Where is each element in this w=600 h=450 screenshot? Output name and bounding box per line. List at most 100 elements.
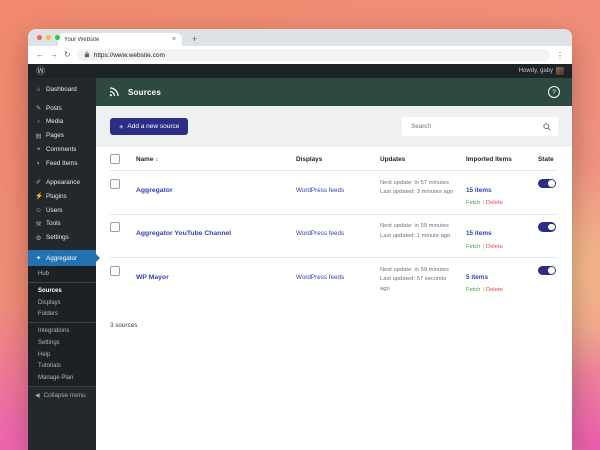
state-toggle[interactable] xyxy=(538,265,556,275)
source-name-link[interactable]: Aggregator YouTube Channel xyxy=(136,230,231,237)
column-header-name[interactable]: Name ↓ xyxy=(136,156,296,163)
delete-link[interactable]: Delete xyxy=(486,287,503,293)
browser-address-bar: ← → ↻ https://www.website.com ⋮ xyxy=(28,46,572,64)
submenu-item-help[interactable]: Help xyxy=(28,349,96,361)
sidebar-item-label: Feed Items xyxy=(46,160,78,168)
displays-link[interactable]: WordPress feeds xyxy=(296,187,344,194)
source-name-link[interactable]: WP Mayor xyxy=(136,274,169,281)
aggregator-icon: ✦ xyxy=(35,255,42,263)
table-row: Aggregator WordPress feeds Next update: … xyxy=(110,170,558,214)
sidebar-item-comments[interactable]: ❝ Comments xyxy=(28,143,96,157)
search-input[interactable] xyxy=(409,122,539,131)
plus-icon: + xyxy=(119,121,124,131)
sidebar-item-users[interactable]: ☺ Users xyxy=(28,204,96,217)
row-checkbox[interactable] xyxy=(110,222,120,232)
submenu-item-settings-sub[interactable]: Settings xyxy=(28,337,96,349)
url-field[interactable]: https://www.website.com xyxy=(76,49,550,61)
sidebar-item-icon: ▤ xyxy=(35,132,42,140)
minimize-window-button[interactable] xyxy=(46,35,51,40)
submenu-item-hub[interactable]: Hub xyxy=(28,268,96,280)
sidebar-item-appearance[interactable]: ✐ Appearance xyxy=(28,175,96,189)
sidebar-item-label: Posts xyxy=(46,104,62,112)
next-update-text: Next update: in 59 minutes xyxy=(380,266,449,273)
fetch-link[interactable]: Fetch xyxy=(466,200,481,206)
sidebar-item-label: Appearance xyxy=(46,178,80,186)
sidebar-item-tools[interactable]: ⚒ Tools xyxy=(28,217,96,231)
state-toggle[interactable] xyxy=(538,222,556,232)
updates-cell: Next update: in 57 minutes Last updated:… xyxy=(380,179,466,198)
table-row: Aggregator YouTube Channel WordPress fee… xyxy=(110,213,558,258)
sidebar-item-label: Comments xyxy=(46,146,77,154)
submenu-item-tutorials[interactable]: Tutorials xyxy=(28,361,96,373)
browser-menu-icon[interactable]: ⋮ xyxy=(556,51,564,60)
sidebar-item-icon: ✎ xyxy=(35,105,42,113)
submenu-item-manage-plan[interactable]: Manage Plan xyxy=(28,372,96,384)
wordpress-logo-icon[interactable]: Ⓦ xyxy=(36,66,45,76)
wp-admin-app: ⌂ Dashboard ✎ Posts ♪ Media ▤ Pages ❝ Co… xyxy=(28,78,572,450)
sidebar-item-plugins[interactable]: ⚡ Plugins xyxy=(28,189,96,203)
action-separator: | xyxy=(482,200,485,206)
imported-items-link[interactable]: 5 items xyxy=(466,274,488,281)
sidebar-item-posts[interactable]: ✎ Posts xyxy=(28,101,96,115)
new-tab-button[interactable]: + xyxy=(192,35,197,44)
tab-close-icon[interactable]: × xyxy=(172,36,176,43)
action-separator: | xyxy=(482,287,485,293)
row-actions: Fetch | Delete xyxy=(466,200,538,206)
sidebar-item-feed-items[interactable]: ◗ Feed Items xyxy=(28,157,96,170)
state-toggle[interactable] xyxy=(538,178,556,188)
forward-icon[interactable]: → xyxy=(50,51,58,59)
submenu-item-sources[interactable]: Sources xyxy=(28,285,96,297)
page-header: Sources ? xyxy=(96,78,572,106)
select-all-checkbox[interactable] xyxy=(110,154,120,164)
back-icon[interactable]: ← xyxy=(36,51,44,59)
fetch-link[interactable]: Fetch xyxy=(466,287,481,293)
sidebar-item-media[interactable]: ♪ Media xyxy=(28,115,96,128)
submenu-item-displays[interactable]: Displays xyxy=(28,297,96,309)
reload-icon[interactable]: ↻ xyxy=(64,51,71,59)
row-checkbox[interactable] xyxy=(110,265,120,276)
row-checkbox[interactable] xyxy=(110,178,120,189)
search-icon[interactable] xyxy=(543,118,551,136)
maximize-window-button[interactable] xyxy=(55,35,60,40)
imported-items-cell: 15 items Fetch | Delete xyxy=(466,222,538,250)
howdy-label: Howdy, gaby xyxy=(518,68,553,74)
sidebar-item-label: Users xyxy=(46,206,63,214)
row-actions: Fetch | Delete xyxy=(466,287,538,293)
sidebar-item-icon: ❝ xyxy=(36,146,41,154)
sidebar-item-icon: ✐ xyxy=(35,179,42,187)
sidebar-item-aggregator[interactable]: ✦ Aggregator xyxy=(28,250,96,267)
collapse-menu-label: Collapse menu xyxy=(43,391,86,399)
sidebar-item-label: Media xyxy=(46,118,64,126)
delete-link[interactable]: Delete xyxy=(486,244,503,250)
sidebar-item-dashboard[interactable]: ⌂ Dashboard xyxy=(28,83,96,96)
column-header-state[interactable]: State xyxy=(538,156,558,163)
imported-items-link[interactable]: 15 items xyxy=(466,187,492,194)
tab-title: Your Website xyxy=(64,36,100,43)
browser-tab[interactable]: Your Website × xyxy=(58,33,182,46)
column-header-imported-items[interactable]: Imported Items xyxy=(466,156,538,163)
displays-link[interactable]: WordPress feeds xyxy=(296,274,344,281)
url-text: https://www.website.com xyxy=(93,51,165,59)
sidebar-item-label: Dashboard xyxy=(46,86,77,94)
fetch-link[interactable]: Fetch xyxy=(466,244,481,250)
source-name-link[interactable]: Aggregator xyxy=(136,187,173,194)
howdy-account[interactable]: Howdy, gaby xyxy=(519,67,564,75)
submenu-item-integrations[interactable]: Integrations xyxy=(28,325,96,337)
sidebar-item-pages[interactable]: ▤ Pages xyxy=(28,129,96,143)
displays-link[interactable]: WordPress feeds xyxy=(296,230,344,237)
rss-icon xyxy=(108,86,120,98)
sources-count: 3 sources xyxy=(110,321,138,329)
sources-table: Name ↓ Displays Updates Imported Items St… xyxy=(96,147,572,450)
column-header-displays[interactable]: Displays xyxy=(296,156,380,163)
sidebar-item-settings[interactable]: ⚙ Settings xyxy=(28,231,96,245)
submenu-item-folders[interactable]: Folders xyxy=(28,308,96,320)
window-controls xyxy=(37,35,60,40)
help-icon[interactable]: ? xyxy=(548,86,560,98)
add-new-source-button[interactable]: + Add a new source xyxy=(110,117,189,136)
collapse-menu-button[interactable]: ◀ Collapse menu xyxy=(28,386,96,403)
close-window-button[interactable] xyxy=(37,35,42,40)
imported-items-link[interactable]: 15 items xyxy=(466,230,492,237)
delete-link[interactable]: Delete xyxy=(486,200,503,206)
column-header-updates[interactable]: Updates xyxy=(380,156,466,163)
toolbar: + Add a new source xyxy=(96,106,572,147)
